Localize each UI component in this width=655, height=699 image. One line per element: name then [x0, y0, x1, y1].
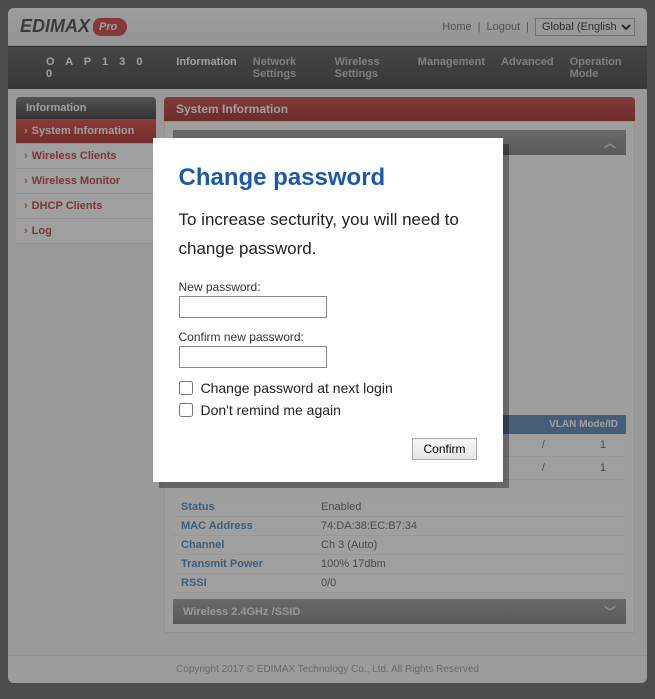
change-next-login-checkbox[interactable]	[179, 381, 193, 395]
confirm-password-input[interactable]	[179, 346, 327, 368]
confirm-button[interactable]: Confirm	[412, 438, 476, 460]
confirm-password-label: Confirm new password:	[179, 330, 477, 344]
modal-overlay: Change password To increase secturity, y…	[0, 8, 655, 699]
modal-subtitle: To increase secturity, you will need to …	[179, 206, 477, 264]
dont-remind-label: Don't remind me again	[201, 402, 341, 418]
change-next-login-label: Change password at next login	[201, 380, 393, 396]
modal-title: Change password	[179, 164, 477, 192]
change-password-modal: Change password To increase secturity, y…	[153, 138, 503, 482]
new-password-input[interactable]	[179, 296, 327, 318]
dont-remind-checkbox[interactable]	[179, 403, 193, 417]
new-password-label: New password:	[179, 280, 477, 294]
